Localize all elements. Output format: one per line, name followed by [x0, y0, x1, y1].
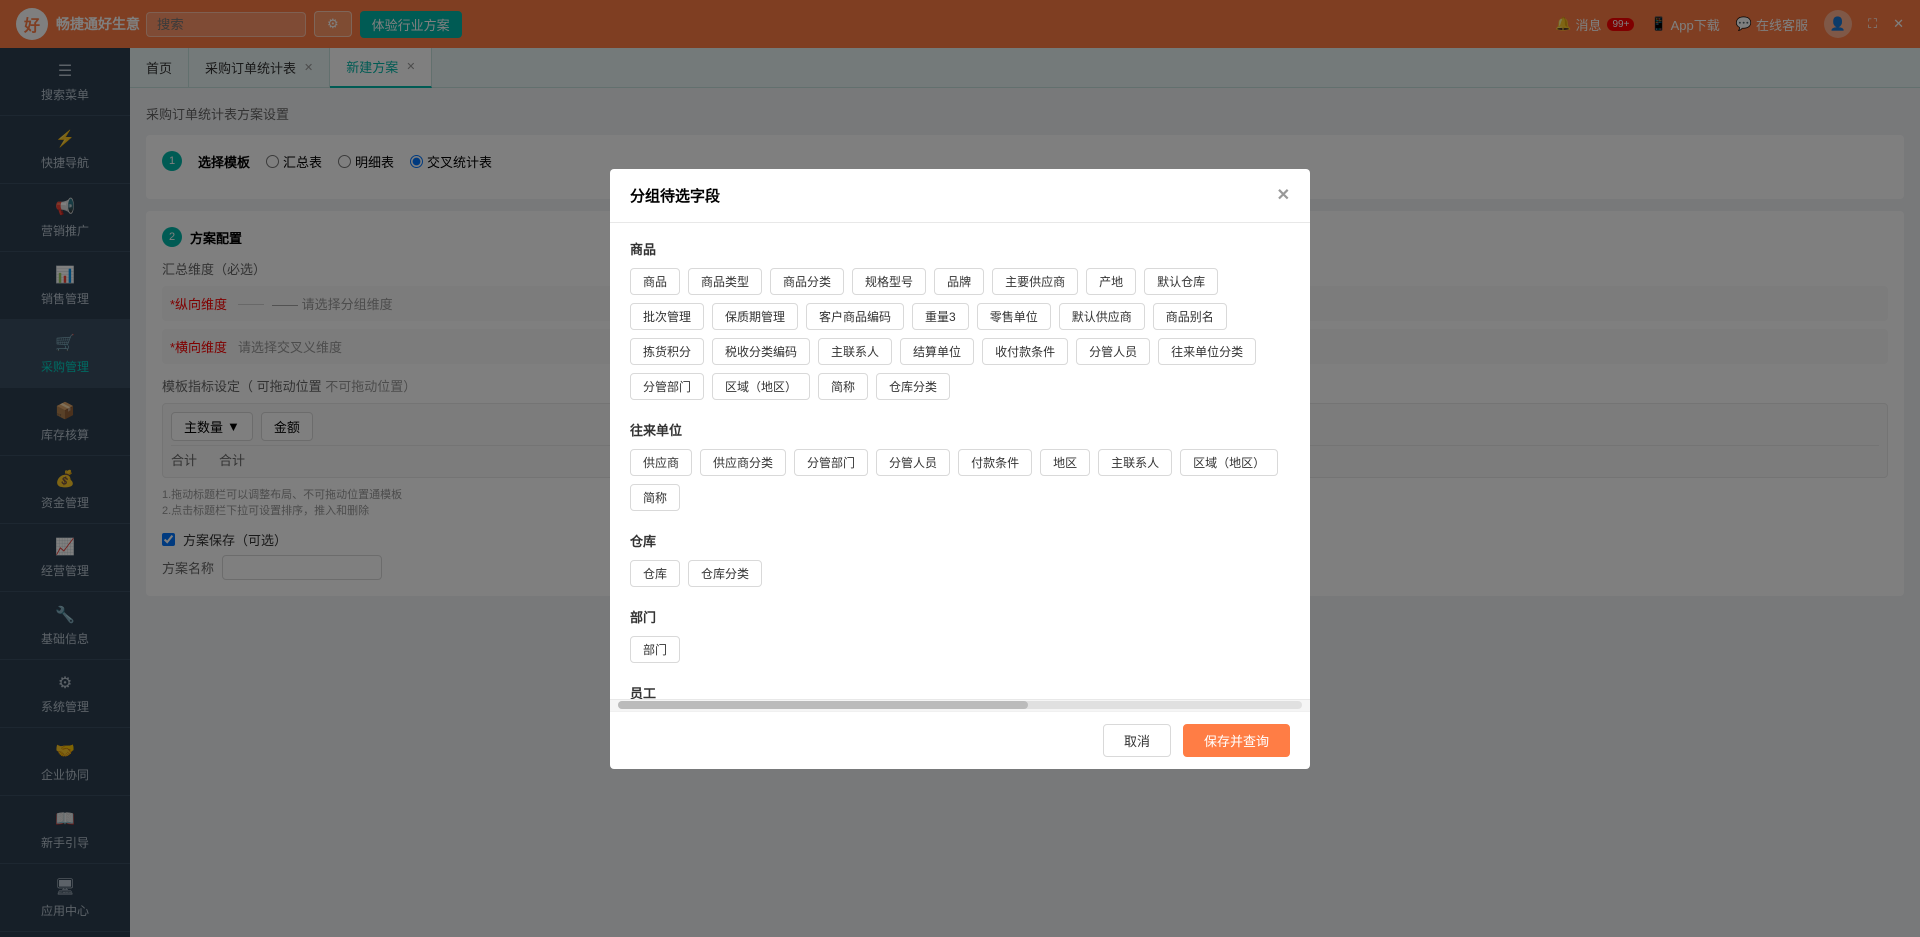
section-product: 商品 商品 商品类型 商品分类 规格型号 品牌 主要供应商 产地 默认仓库 批次…: [630, 239, 1290, 400]
modal-overlay: 分组待选字段 ✕ 商品 商品 商品类型 商品分类 规格型号 品牌 主要供应商 产…: [0, 0, 1920, 937]
tag-product-alias[interactable]: 商品别名: [1153, 303, 1227, 330]
tag-main-contact2[interactable]: 主联系人: [1098, 449, 1172, 476]
modal-close-button[interactable]: ✕: [1277, 185, 1290, 205]
partner-tags: 供应商 供应商分类 分管部门 分管人员 付款条件 地区 主联系人 区域（地区） …: [630, 449, 1290, 511]
modal-dialog: 分组待选字段 ✕ 商品 商品 商品类型 商品分类 规格型号 品牌 主要供应商 产…: [610, 169, 1310, 769]
tag-supplier[interactable]: 供应商: [630, 449, 692, 476]
tag-partner-category[interactable]: 往来单位分类: [1158, 338, 1256, 365]
modal-footer: 取消 保存并查询: [610, 711, 1310, 769]
tag-region[interactable]: 地区: [1040, 449, 1090, 476]
tag-payment-terms[interactable]: 收付款条件: [982, 338, 1068, 365]
tag-customer-code[interactable]: 客户商品编码: [806, 303, 904, 330]
tag-expiry-mgmt[interactable]: 保质期管理: [712, 303, 798, 330]
tag-product[interactable]: 商品: [630, 268, 680, 295]
tag-main-supplier[interactable]: 主要供应商: [992, 268, 1078, 295]
tag-manager[interactable]: 分管人员: [1076, 338, 1150, 365]
tag-pay-condition[interactable]: 付款条件: [958, 449, 1032, 476]
modal-header: 分组待选字段 ✕: [610, 169, 1310, 223]
section-warehouse: 仓库 仓库 仓库分类: [630, 531, 1290, 587]
tag-batch-mgmt[interactable]: 批次管理: [630, 303, 704, 330]
tag-warehouse-cat[interactable]: 仓库分类: [688, 560, 762, 587]
tag-default-supplier[interactable]: 默认供应商: [1059, 303, 1145, 330]
dept-tags: 部门: [630, 636, 1290, 663]
tag-supplier-category[interactable]: 供应商分类: [700, 449, 786, 476]
tag-main-contact[interactable]: 主联系人: [818, 338, 892, 365]
tag-dept[interactable]: 部门: [630, 636, 680, 663]
tag-weight3[interactable]: 重量3: [912, 303, 969, 330]
tag-abbr[interactable]: 简称: [818, 373, 868, 400]
h-scrollbar-thumb[interactable]: [618, 701, 1028, 709]
h-scrollbar-track[interactable]: [618, 701, 1302, 709]
tag-brand[interactable]: 品牌: [934, 268, 984, 295]
tag-partner-dept[interactable]: 分管部门: [794, 449, 868, 476]
section-partner: 往来单位 供应商 供应商分类 分管部门 分管人员 付款条件 地区 主联系人 区域…: [630, 420, 1290, 511]
tag-tax-code[interactable]: 税收分类编码: [712, 338, 810, 365]
section-employee-title: 员工: [630, 683, 1290, 700]
modal-title: 分组待选字段: [630, 185, 720, 206]
section-partner-title: 往来单位: [630, 420, 1290, 439]
tag-spec-model[interactable]: 规格型号: [852, 268, 926, 295]
tag-warehouse[interactable]: 仓库: [630, 560, 680, 587]
tag-retail-unit[interactable]: 零售单位: [977, 303, 1051, 330]
confirm-button[interactable]: 保存并查询: [1183, 724, 1290, 757]
warehouse-tags: 仓库 仓库分类: [630, 560, 1290, 587]
section-warehouse-title: 仓库: [630, 531, 1290, 550]
tag-product-type[interactable]: 商品类型: [688, 268, 762, 295]
tag-mgmt-dept[interactable]: 分管部门: [630, 373, 704, 400]
modal-body: 商品 商品 商品类型 商品分类 规格型号 品牌 主要供应商 产地 默认仓库 批次…: [610, 223, 1310, 700]
tag-abbr2[interactable]: 简称: [630, 484, 680, 511]
modal-bottom-scrollbar[interactable]: [610, 699, 1310, 710]
section-product-title: 商品: [630, 239, 1290, 258]
section-dept: 部门 部门: [630, 607, 1290, 663]
tag-partner-manager[interactable]: 分管人员: [876, 449, 950, 476]
tag-area-region2[interactable]: 区域（地区）: [1180, 449, 1278, 476]
tag-origin[interactable]: 产地: [1086, 268, 1136, 295]
section-employee: 员工 业务员: [630, 683, 1290, 700]
tag-warehouse-category[interactable]: 仓库分类: [876, 373, 950, 400]
product-tags: 商品 商品类型 商品分类 规格型号 品牌 主要供应商 产地 默认仓库 批次管理 …: [630, 268, 1290, 400]
tag-settlement-unit[interactable]: 结算单位: [900, 338, 974, 365]
tag-product-category[interactable]: 商品分类: [770, 268, 844, 295]
section-dept-title: 部门: [630, 607, 1290, 626]
tag-pick-points[interactable]: 拣货积分: [630, 338, 704, 365]
tag-area-region[interactable]: 区域（地区）: [712, 373, 810, 400]
cancel-button[interactable]: 取消: [1103, 724, 1171, 757]
tag-default-warehouse[interactable]: 默认仓库: [1144, 268, 1218, 295]
